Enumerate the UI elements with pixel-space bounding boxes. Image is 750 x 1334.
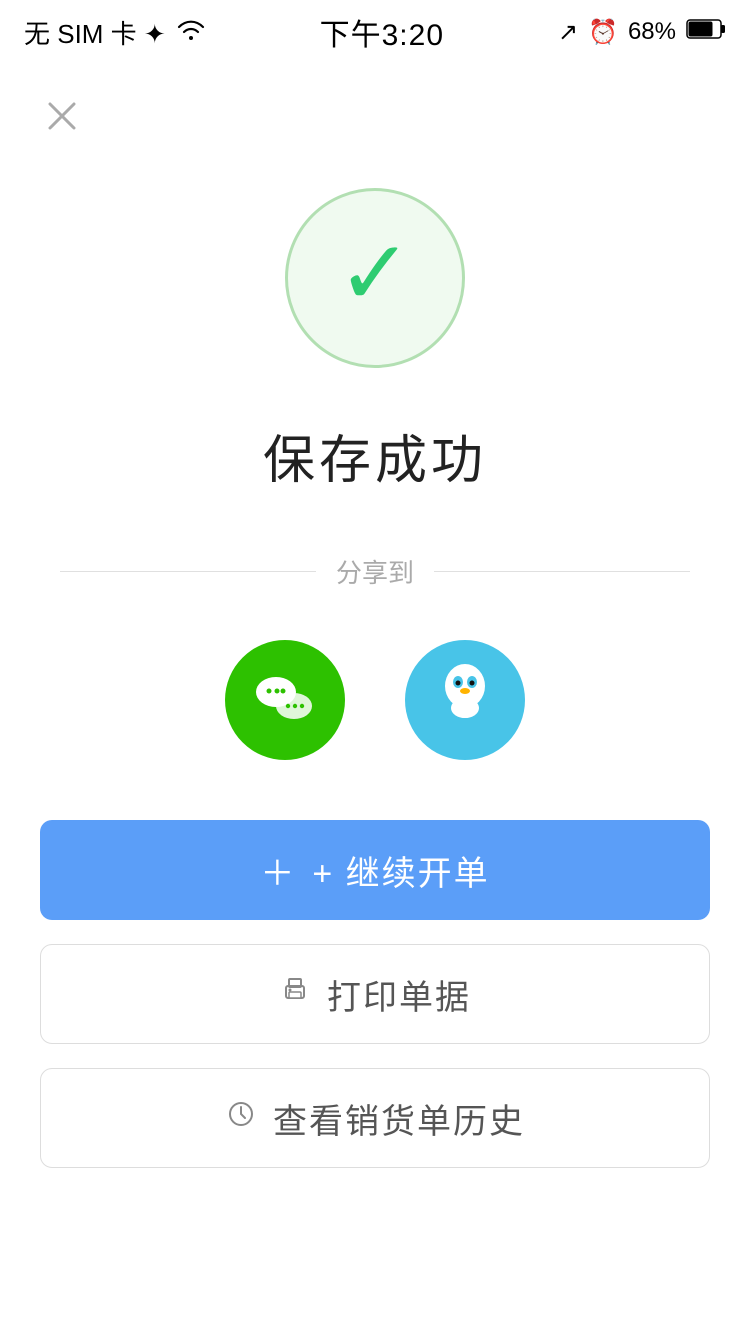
main-content: ✓ 保存成功 分享到 [0, 64, 750, 1334]
wifi-icon [176, 18, 206, 47]
history-label: 查看销货单历史 [273, 1094, 525, 1143]
divider-left [60, 571, 316, 572]
wechat-share-button[interactable] [225, 640, 345, 760]
status-time: 下午3:20 [320, 10, 444, 54]
sim-text: 无 SIM 卡 ✦ [24, 14, 166, 51]
share-label: 分享到 [336, 553, 414, 590]
continue-order-label: + 继续开单 [312, 846, 489, 895]
share-divider: 分享到 [0, 553, 750, 590]
print-button[interactable]: 打印单据 [40, 944, 710, 1044]
status-right: ↗ ⏰ 68% [558, 18, 726, 47]
qq-icon [431, 658, 499, 743]
qq-share-button[interactable] [405, 640, 525, 760]
share-section: 分享到 [0, 553, 750, 760]
battery-icon [686, 18, 726, 47]
view-history-button[interactable]: 查看销货单历史 [40, 1068, 710, 1168]
check-icon: ✓ [337, 229, 412, 319]
wechat-icon [250, 670, 320, 730]
success-circle: ✓ [285, 188, 465, 368]
buttons-section: ＋ + 继续开单 打印单据 查看销货单历史 [0, 760, 750, 1168]
print-icon [279, 974, 311, 1015]
print-label: 打印单据 [327, 970, 471, 1019]
continue-order-button[interactable]: ＋ + 继续开单 [40, 820, 710, 920]
close-button[interactable] [0, 64, 124, 168]
divider-right [434, 571, 690, 572]
status-bar: 无 SIM 卡 ✦ 下午3:20 ↗ ⏰ 68% [0, 0, 750, 64]
status-left: 无 SIM 卡 ✦ [24, 14, 206, 51]
close-icon [40, 94, 84, 138]
battery-percent: 68% [628, 18, 676, 46]
success-title: 保存成功 [263, 418, 487, 493]
history-icon [225, 1098, 257, 1139]
share-icons [225, 640, 525, 760]
alarm-icon: ⏰ [588, 18, 618, 47]
plus-icon: ＋ [260, 846, 296, 895]
location-icon: ↗ [558, 18, 578, 47]
